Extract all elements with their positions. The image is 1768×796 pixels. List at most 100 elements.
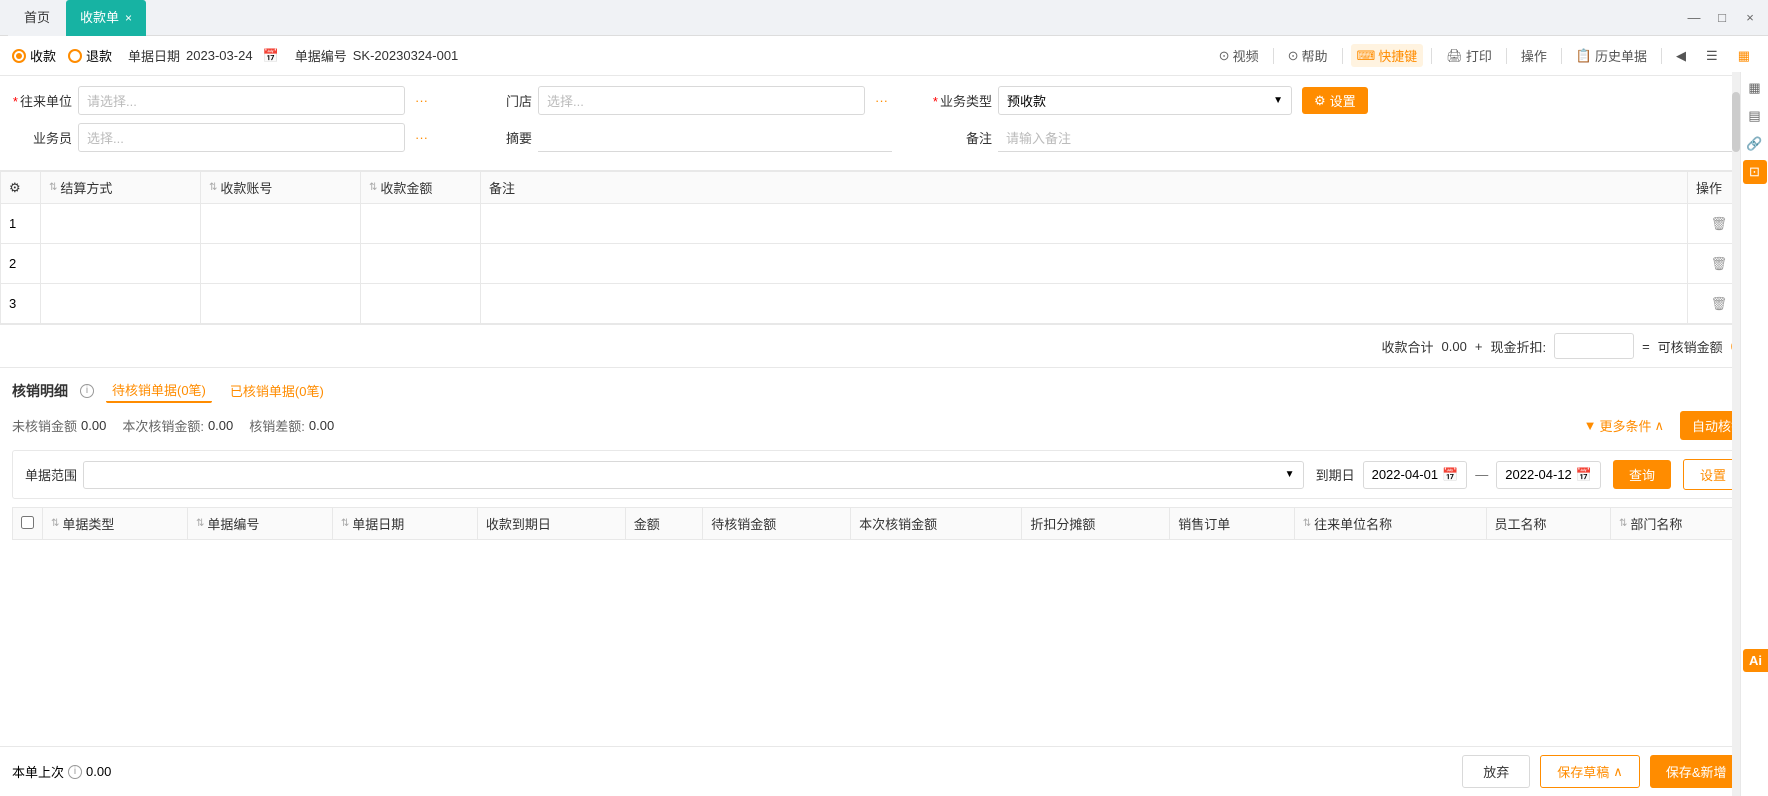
business-type-select[interactable]: 预收款 ▼ [998,86,1292,115]
gear-icon[interactable]: ⚙ [9,180,21,195]
counterpart-ellipsis[interactable]: ··· [411,93,432,108]
summary-field: 摘要 [472,124,892,152]
no-field: 单据编号 SK-20230324-001 [295,46,459,65]
tab-receipt[interactable]: 收款单 × [66,0,146,36]
summary-input[interactable] [538,124,892,152]
table-row: 2 🗑 ⧉ [1,244,1768,284]
more-conditions-btn[interactable]: ▼ 更多条件 ∧ [1584,416,1664,435]
account-col-header: ⇅ 收款账号 [201,172,361,204]
notes-placeholder: 请输入备注 [1006,128,1071,147]
minimize-btn[interactable]: — [1684,8,1704,28]
form-row-2: 业务员 选择... ··· 摘要 备注 请输入备注 [12,123,1756,152]
info-circle-icon[interactable]: i [68,765,82,779]
row1-account[interactable] [201,204,361,244]
help-btn[interactable]: ⊙ 帮助 [1282,44,1334,67]
save-draft-btn[interactable]: 保存草稿 ∧ [1540,755,1640,788]
history-btn[interactable]: 📋 历史单据 [1570,44,1653,67]
row2-note[interactable] [481,244,1688,284]
notes-input[interactable]: 请输入备注 [998,124,1756,152]
settlement-label: 结算方式 [60,178,112,197]
sales-order-label: 销售订单 [1178,517,1230,532]
row2-amount[interactable] [361,244,481,284]
form-row-1: 往来单位 请选择... ··· 门店 选择... ··· 业务类型 预收款 ▼ [12,86,1756,115]
refund-radio[interactable]: 退款 [68,46,112,65]
row1-amount[interactable] [361,204,481,244]
store-placeholder: 选择... [547,91,584,110]
table-row: 1 🗑 ⧉ [1,204,1768,244]
current-verify-value: 0.00 [208,418,233,433]
amount-label: 收款金额 [380,178,432,197]
calendar-icon[interactable]: 📅 [263,48,279,64]
account-label: 收款账号 [220,178,272,197]
help-icon: ⊙ [1288,48,1299,64]
store-ellipsis[interactable]: ··· [871,93,892,108]
list-view-btn[interactable]: ☰ [1700,46,1724,66]
no-label: 单据编号 [207,514,259,533]
done-tab[interactable]: 已核销单据(0笔) [224,379,330,402]
pending-tab[interactable]: 待核销单据(0笔) [106,378,212,403]
checkbox-col-header [13,508,43,540]
set-label: 设置 [1700,468,1726,483]
row2-delete-btn[interactable]: 🗑 [1709,254,1730,274]
discount-col-header: 折扣分摊额 [1022,508,1170,540]
row1-note[interactable] [481,204,1688,244]
sep2 [1342,48,1343,64]
counterpart-input[interactable]: 请选择... [78,86,405,115]
receipt-table: ⚙ ⇅ 结算方式 ⇅ 收款账号 [0,171,1768,324]
history-label: 历史单据 [1595,46,1647,65]
row2-settlement[interactable] [41,244,201,284]
no-label: 单据编号 [295,46,347,65]
equals-sign: = [1642,339,1650,354]
amount-col-header: ⇅ 收款金额 [361,172,481,204]
counterpart-label: 往来单位 [12,91,72,110]
tab-close-btn[interactable]: × [125,0,132,36]
salesman-ellipsis[interactable]: ··· [411,130,432,145]
row1-delete-btn[interactable]: 🗑 [1709,214,1730,234]
grid-view-btn[interactable]: ▦ [1732,46,1756,66]
prev-btn[interactable]: ◀ [1670,46,1692,66]
row3-account[interactable] [201,284,361,324]
scroll-thumb[interactable] [1732,92,1740,152]
maximize-btn[interactable]: □ [1712,8,1732,28]
select-all-checkbox[interactable] [21,516,34,529]
ai-badge[interactable]: Ai [1743,649,1768,672]
tab-home[interactable]: 首页 [8,0,66,36]
discard-btn[interactable]: 放弃 [1462,755,1530,788]
row3-no: 3 [1,284,41,324]
row2-account[interactable] [201,244,361,284]
current-col-header: 本次核销金额 [851,508,1022,540]
shortcut-btn[interactable]: ⌨ 快捷键 [1351,44,1424,67]
sidebar-icon-2[interactable]: ▤ [1743,104,1767,128]
store-input[interactable]: 选择... [538,86,865,115]
row3-delete-btn[interactable]: 🗑 [1709,294,1730,314]
query-btn[interactable]: 查询 [1613,460,1671,489]
operate-btn[interactable]: 操作 [1515,44,1553,67]
receipt-radio[interactable]: 收款 [12,46,56,65]
receipt-label: 收款 [30,46,56,65]
window-close-btn[interactable]: × [1740,8,1760,28]
discount-input[interactable] [1554,333,1634,359]
date-to-input[interactable]: 2022-04-12 📅 [1496,461,1601,489]
row3-settlement[interactable] [41,284,201,324]
counterpart-col-header: ⇅ 往来单位名称 [1294,508,1486,540]
current-verify-label: 本次核销金额: [122,416,204,435]
diff-stat: 核销差额: 0.00 [249,416,334,435]
row1-settlement[interactable] [41,204,201,244]
refund-label: 退款 [86,46,112,65]
employee-col-header: 员工名称 [1486,508,1610,540]
range-select[interactable]: ▼ [83,461,1304,489]
gear-col-header[interactable]: ⚙ [1,172,41,204]
date-from-input[interactable]: 2022-04-01 📅 [1363,461,1468,489]
sidebar-icon-active[interactable]: ⊡ [1743,160,1767,184]
salesman-input[interactable]: 选择... [78,123,405,152]
save-new-label: 保存&新增 [1666,762,1727,781]
row3-amount[interactable] [361,284,481,324]
info-icon[interactable]: i [80,384,94,398]
employee-label: 员工名称 [1495,517,1547,532]
sidebar-icon-1[interactable]: ▦ [1743,76,1767,100]
video-btn[interactable]: ⊙ 视频 [1213,44,1265,67]
sidebar-link-icon[interactable]: 🔗 [1743,132,1767,156]
print-btn[interactable]: 🖨 打印 [1440,44,1498,67]
settings-button[interactable]: ⚙ 设置 [1302,87,1368,114]
row3-note[interactable] [481,284,1688,324]
